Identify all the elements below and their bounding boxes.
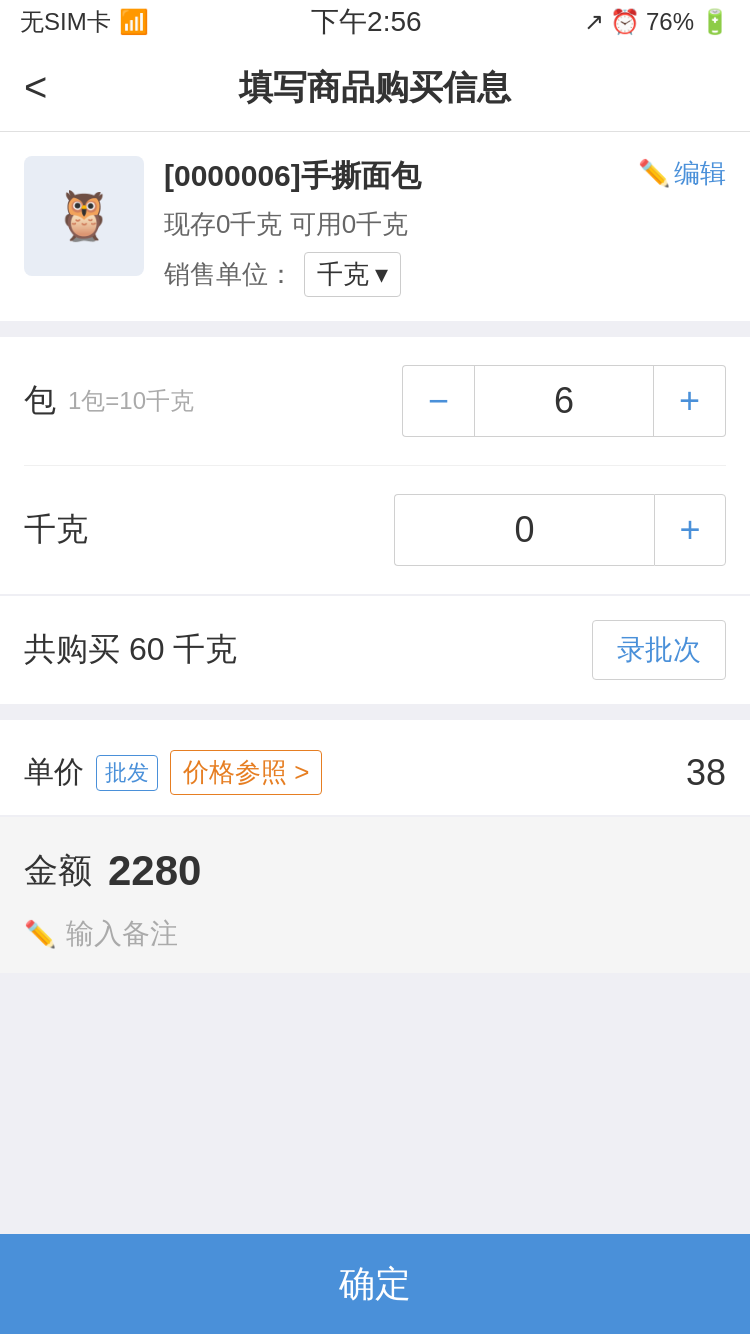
price-section: 单价 批发 价格参照 > 38 — [0, 720, 750, 815]
price-row: 单价 批发 价格参照 > 38 — [24, 750, 726, 795]
package-increment-button[interactable]: + — [654, 365, 726, 437]
confirm-button[interactable]: 确定 — [0, 1234, 750, 1334]
kg-increment-button[interactable]: + — [654, 494, 726, 566]
page-title: 填写商品购买信息 — [239, 65, 511, 111]
nav-bar: < 填写商品购买信息 — [0, 44, 750, 132]
input-section: 包 1包=10千克 − + 千克 + — [0, 337, 750, 594]
amount-label: 金额 — [24, 848, 92, 894]
product-name: [0000006]手撕面包 — [164, 156, 421, 197]
amount-section: 金额 2280 ✏️ 输入备注 — [0, 817, 750, 973]
product-section: 🦉 [0000006]手撕面包 ✏️ 编辑 现存0千克 可用0千克 销售单位： … — [0, 132, 750, 321]
edit-icon: ✏️ — [638, 158, 670, 189]
bottom-spacer — [0, 973, 750, 1273]
product-stock: 现存0千克 可用0千克 — [164, 207, 726, 242]
status-time: 下午2:56 — [311, 3, 422, 41]
price-ref-button[interactable]: 价格参照 > — [170, 750, 322, 795]
price-value: 38 — [686, 752, 726, 794]
status-bar: 无SIM卡 📶 下午2:56 ↗ ⏰ 76% 🔋 — [0, 0, 750, 44]
package-decrement-button[interactable]: − — [402, 365, 474, 437]
kg-label-text: 千克 — [24, 508, 88, 552]
summary-text: 共购买 60 千克 — [24, 628, 237, 672]
pencil-icon: ✏️ — [24, 919, 56, 950]
kg-label: 千克 — [24, 508, 88, 552]
carrier-text: 无SIM卡 — [20, 6, 111, 38]
package-input[interactable] — [474, 365, 654, 437]
battery-icon: 🔋 — [700, 8, 730, 36]
package-controls: − + — [402, 365, 726, 437]
status-left: 无SIM卡 📶 — [20, 6, 149, 38]
package-sublabel: 1包=10千克 — [68, 385, 194, 417]
product-info: [0000006]手撕面包 ✏️ 编辑 现存0千克 可用0千克 销售单位： 千克… — [164, 156, 726, 297]
wifi-icon: 📶 — [119, 8, 149, 36]
remark-row[interactable]: ✏️ 输入备注 — [24, 915, 726, 953]
product-logo: 🦉 — [54, 188, 114, 244]
kg-input-row: 千克 + — [24, 466, 726, 594]
product-image: 🦉 — [24, 156, 144, 276]
package-input-row: 包 1包=10千克 − + — [24, 337, 726, 466]
product-name-row: [0000006]手撕面包 ✏️ 编辑 — [164, 156, 726, 197]
price-tag: 批发 — [96, 755, 158, 791]
unit-value: 千克 — [317, 257, 369, 292]
price-label: 单价 — [24, 752, 84, 793]
location-icon: ↗ — [584, 8, 604, 36]
batch-button[interactable]: 录批次 — [592, 620, 726, 680]
battery-text: 76% — [646, 8, 694, 36]
summary-section: 共购买 60 千克 录批次 — [0, 596, 750, 704]
package-label: 包 1包=10千克 — [24, 379, 194, 423]
amount-row: 金额 2280 — [24, 847, 726, 895]
unit-selector[interactable]: 千克 ▾ — [304, 252, 401, 297]
alarm-icon: ⏰ — [610, 8, 640, 36]
product-unit-row: 销售单位： 千克 ▾ — [164, 252, 726, 297]
kg-controls: + — [394, 494, 726, 566]
price-label-group: 单价 批发 价格参照 > — [24, 750, 322, 795]
unit-dropdown-icon: ▾ — [375, 259, 388, 290]
package-label-text: 包 — [24, 379, 56, 423]
edit-label: 编辑 — [674, 156, 726, 191]
status-right: ↗ ⏰ 76% 🔋 — [584, 8, 730, 36]
amount-value: 2280 — [108, 847, 201, 895]
back-button[interactable]: < — [24, 65, 47, 110]
edit-button[interactable]: ✏️ 编辑 — [638, 156, 726, 191]
kg-input[interactable] — [394, 494, 654, 566]
remark-placeholder: 输入备注 — [66, 915, 178, 953]
unit-label: 销售单位： — [164, 257, 294, 292]
